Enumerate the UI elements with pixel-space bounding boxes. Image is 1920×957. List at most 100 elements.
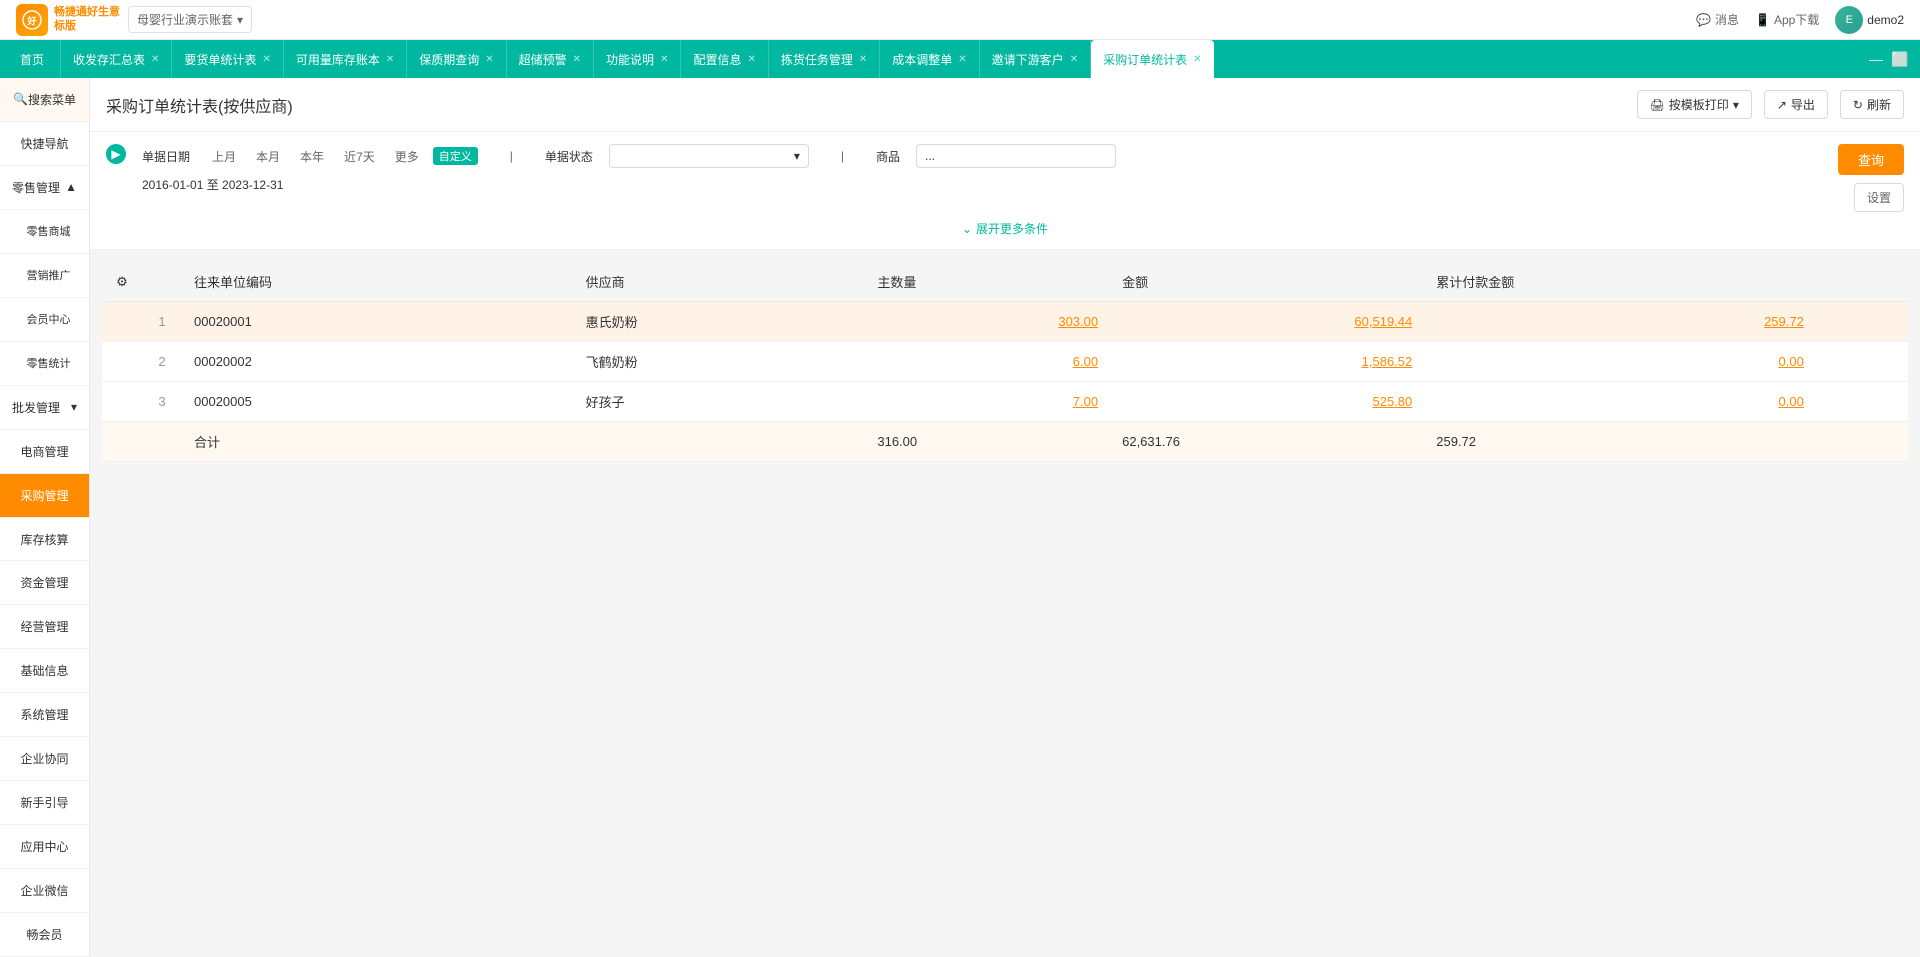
row-extra-cell — [1816, 342, 1908, 382]
date-btn-more[interactable]: 更多 — [389, 146, 425, 167]
sidebar-item-corpwx[interactable]: 企业微信 — [0, 869, 89, 913]
status-select[interactable]: ▾ — [609, 144, 809, 168]
sidebar-item-quicknav[interactable]: 快捷导航 — [0, 122, 89, 166]
sidebar-item-system[interactable]: 系统管理 — [0, 693, 89, 737]
date-btn-last-month[interactable]: 上月 — [206, 146, 242, 167]
query-button[interactable]: 查询 — [1838, 144, 1904, 175]
nav-tabs: 首页 收发存汇总表 ✕ 要货单统计表 ✕ 可用量库存账本 ✕ 保质期查询 ✕ 超… — [0, 40, 1920, 78]
sidebar-item-purchase[interactable]: 采购管理 — [0, 474, 89, 518]
sidebar-item-inventory[interactable]: 库存核算 — [0, 518, 89, 562]
row-extra-cell — [1816, 302, 1908, 342]
workspace-label: 母婴行业演示账套 — [137, 11, 233, 28]
data-table-wrapper: ⚙ 往来单位编码 供应商 主数量 金额 累计付款金额 — [102, 262, 1908, 462]
sidebar-system-label: 系统管理 — [20, 706, 68, 723]
chevron-down-icon: ▾ — [71, 400, 77, 414]
sidebar-item-operation[interactable]: 经营管理 — [0, 605, 89, 649]
sidebar-search-label: 搜索菜单 — [28, 91, 76, 108]
close-tab-yaoqing[interactable]: ✕ — [1070, 54, 1078, 65]
refresh-button[interactable]: ↻ 刷新 — [1840, 90, 1904, 119]
tab-peizhi[interactable]: 配置信息 ✕ — [681, 40, 768, 78]
sidebar-item-vip[interactable]: 畅会员 — [0, 913, 89, 957]
sidebar-vip-label: 畅会员 — [26, 926, 62, 943]
row-gear-cell — [102, 382, 142, 422]
dots-icon: ... — [925, 149, 935, 163]
tab-yaoqing[interactable]: 邀请下游客户 ✕ — [980, 40, 1091, 78]
filter-toggle-button[interactable]: ▶ — [106, 144, 126, 164]
sidebar-item-enterprise[interactable]: 企业协同 — [0, 737, 89, 781]
sidebar-item-basic[interactable]: 基础信息 — [0, 649, 89, 693]
close-tab-baoquan[interactable]: ✕ — [485, 54, 493, 65]
sidebar-item-newguide[interactable]: 新手引导 — [0, 781, 89, 825]
tab-chengben[interactable]: 成本调整单 ✕ — [880, 40, 979, 78]
message-action[interactable]: 💬 消息 — [1696, 11, 1739, 28]
sidebar-item-ecom[interactable]: 电商管理 — [0, 430, 89, 474]
close-tab-gongneng[interactable]: ✕ — [660, 54, 668, 65]
sidebar-ecom-label: 电商管理 — [20, 443, 68, 460]
tab-gongneng[interactable]: 功能说明 ✕ — [594, 40, 681, 78]
sidebar-item-retailshop[interactable]: 零售商城 — [0, 210, 89, 254]
tab-chaochuyujing[interactable]: 超储预警 ✕ — [507, 40, 594, 78]
tab-baoquan[interactable]: 保质期查询 ✕ — [407, 40, 506, 78]
tab-shofashou[interactable]: 收发存汇总表 ✕ — [61, 40, 172, 78]
date-btn-7days[interactable]: 近7天 — [338, 146, 381, 167]
close-tab-tuohuo[interactable]: ✕ — [859, 54, 867, 65]
th-qty: 主数量 — [865, 262, 1110, 302]
sidebar-item-search[interactable]: 🔍 搜索菜单 — [0, 78, 89, 122]
main-layout: 🔍 搜索菜单 快捷导航 零售管理 ▲ 零售商城 营销推广 会员中心 零售统计 批… — [0, 78, 1920, 957]
print-button[interactable]: 🖨 按模板打印 ▾ — [1637, 90, 1752, 119]
row-num-cell: 2 — [142, 342, 182, 382]
chevron-down-icon: ⌄ — [962, 222, 972, 236]
sidebar-member-label: 会员中心 — [27, 311, 71, 327]
goods-input[interactable]: ... — [916, 144, 1116, 168]
footer-qty-cell: 316.00 — [865, 422, 1110, 462]
th-code: 往来单位编码 — [182, 262, 574, 302]
app-download-action[interactable]: 📱 App下载 — [1755, 11, 1819, 28]
date-btn-this-year[interactable]: 本年 — [294, 146, 330, 167]
close-tab-keyongliang[interactable]: ✕ — [386, 54, 394, 65]
minimize-button[interactable]: — — [1868, 51, 1884, 67]
sidebar-item-finance[interactable]: 资金管理 — [0, 561, 89, 605]
date-custom-tag[interactable]: 自定义 — [433, 147, 478, 165]
logo-icon: 好 — [16, 4, 48, 36]
export-icon: ↗ — [1777, 98, 1787, 112]
tab-yaohuo[interactable]: 要货单统计表 ✕ — [172, 40, 283, 78]
tab-caigou[interactable]: 采购订单统计表 ✕ — [1091, 40, 1214, 78]
row-amount-cell: 525.80 — [1110, 382, 1424, 422]
data-table: ⚙ 往来单位编码 供应商 主数量 金额 累计付款金额 — [102, 262, 1908, 462]
sidebar-item-marketing[interactable]: 营销推广 — [0, 254, 89, 298]
user-area[interactable]: E demo2 — [1835, 6, 1904, 34]
row-qty-cell: 303.00 — [865, 302, 1110, 342]
row-paid-cell: 259.72 — [1424, 302, 1816, 342]
maximize-button[interactable]: ⬜ — [1892, 51, 1908, 67]
close-tab-caigou[interactable]: ✕ — [1193, 54, 1201, 65]
sidebar-item-member[interactable]: 会员中心 — [0, 298, 89, 342]
sidebar-item-retail[interactable]: 零售管理 ▲ — [0, 166, 89, 210]
close-tab-shofashou[interactable]: ✕ — [151, 54, 159, 65]
tab-tuohuo[interactable]: 拣货任务管理 ✕ — [769, 40, 880, 78]
settings-button[interactable]: 设置 — [1854, 183, 1904, 212]
row-supplier-cell: 好孩子 — [574, 382, 866, 422]
expand-more-button[interactable]: ⌄ 展开更多条件 — [106, 220, 1904, 237]
sidebar-item-appcenter[interactable]: 应用中心 — [0, 825, 89, 869]
row-extra-cell — [1816, 382, 1908, 422]
gear-icon: ⚙ — [116, 274, 128, 289]
close-tab-chaochuyujing[interactable]: ✕ — [573, 54, 581, 65]
row-code-cell: 00020002 — [182, 342, 574, 382]
tab-home[interactable]: 首页 — [4, 40, 61, 78]
sidebar-operation-label: 经营管理 — [20, 618, 68, 635]
sidebar-item-retailstat[interactable]: 零售统计 — [0, 342, 89, 386]
close-tab-yaohuo[interactable]: ✕ — [262, 54, 270, 65]
chevron-up-icon: ▲ — [65, 180, 77, 194]
footer-amount-cell: 62,631.76 — [1110, 422, 1424, 462]
table-row: 1 00020001 惠氏奶粉 303.00 60,519.44 259.72 — [102, 302, 1908, 342]
date-btn-this-month[interactable]: 本月 — [250, 146, 286, 167]
tab-keyongliang[interactable]: 可用量库存账本 ✕ — [284, 40, 407, 78]
workspace-selector[interactable]: 母婴行业演示账套 ▾ — [128, 6, 252, 33]
close-tab-peizhi[interactable]: ✕ — [747, 54, 755, 65]
sidebar-item-wholesale[interactable]: 批发管理 ▾ — [0, 386, 89, 430]
sidebar-retailstat-label: 零售统计 — [27, 355, 71, 371]
export-button[interactable]: ↗ 导出 — [1764, 90, 1828, 119]
close-tab-chengben[interactable]: ✕ — [958, 54, 966, 65]
footer-gear-cell — [102, 422, 142, 462]
window-controls: — ⬜ — [1860, 51, 1916, 67]
